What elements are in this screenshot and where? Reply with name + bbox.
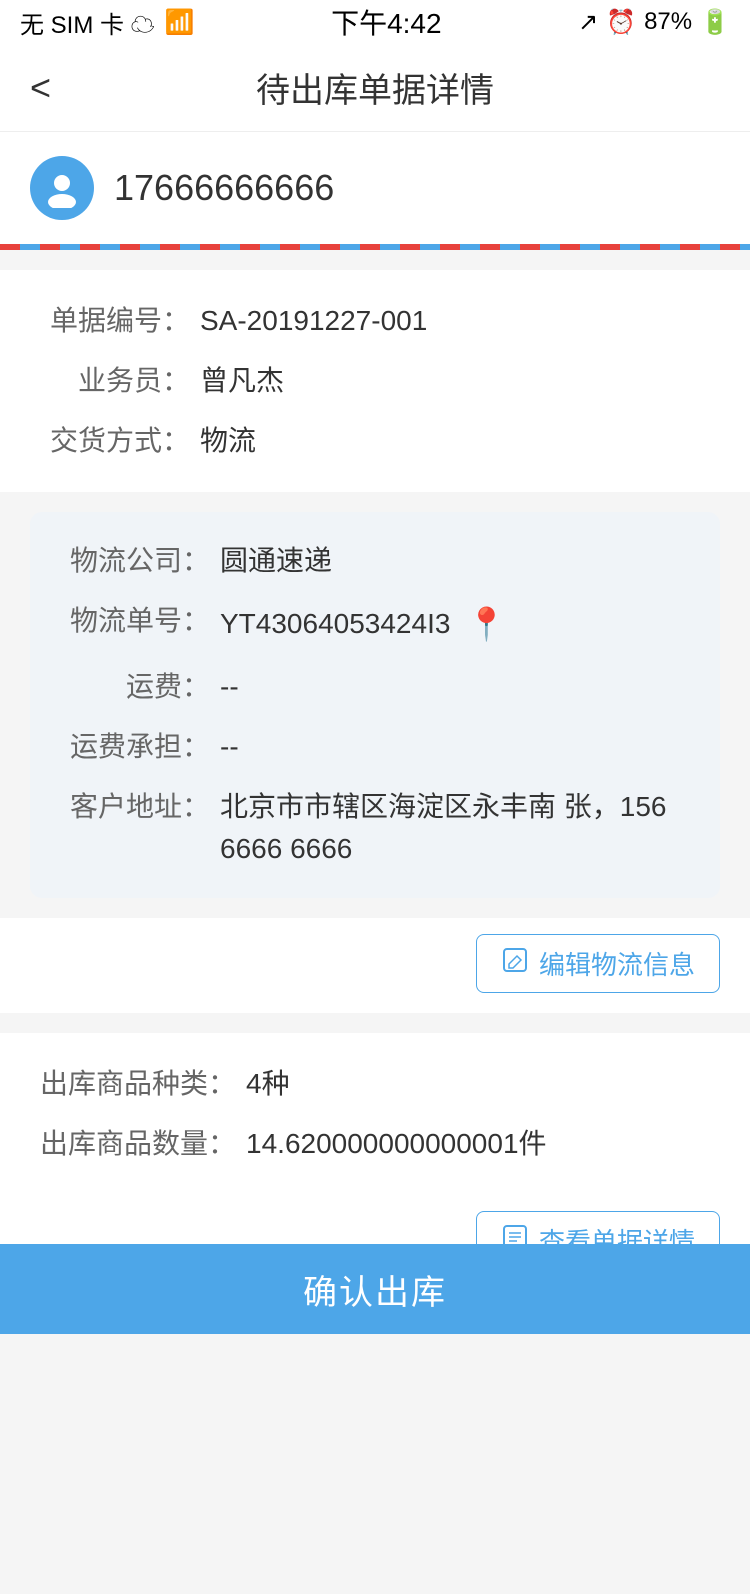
freight-bearer-value: -- bbox=[220, 726, 690, 768]
address-value: 北京市市辖区海淀区永丰南 张，156 6666 6666 bbox=[220, 786, 690, 870]
tracking-row: 物流单号： YT43064053424I3 📍 bbox=[60, 600, 690, 648]
wifi-icon: 📶 bbox=[165, 8, 195, 37]
company-label: 物流公司： bbox=[60, 540, 220, 582]
location-status-icon: ↗ bbox=[578, 8, 598, 37]
goods-section: 出库商品种类： 4种 出库商品数量： 14.620000000000001件 bbox=[0, 1033, 750, 1195]
dashed-divider bbox=[0, 244, 750, 250]
address-label: 客户地址： bbox=[60, 786, 220, 828]
goods-types-row: 出库商品种类： 4种 bbox=[40, 1063, 710, 1105]
goods-types-label: 出库商品种类： bbox=[40, 1063, 246, 1105]
salesman-row: 业务员： 曾凡杰 bbox=[40, 360, 710, 402]
alarm-icon: ⏰ bbox=[606, 8, 636, 37]
freight-label: 运费： bbox=[60, 666, 220, 708]
battery-level: 87% bbox=[644, 8, 692, 36]
status-right: ↗ ⏰ 87% 🔋 bbox=[578, 8, 730, 37]
freight-value: -- bbox=[220, 666, 690, 708]
delivery-value: 物流 bbox=[200, 420, 710, 462]
edit-logistics-button[interactable]: 编辑物流信息 bbox=[476, 934, 720, 993]
address-row: 客户地址： 北京市市辖区海淀区永丰南 张，156 6666 6666 bbox=[60, 786, 690, 870]
company-row: 物流公司： 圆通速递 bbox=[60, 540, 690, 582]
company-value: 圆通速递 bbox=[220, 540, 690, 582]
user-card: 17666666666 bbox=[0, 132, 750, 244]
confirm-btn-label: 确认出库 bbox=[303, 1265, 447, 1314]
back-button[interactable]: < bbox=[30, 67, 90, 109]
tracking-label: 物流单号： bbox=[60, 600, 220, 642]
battery-icon: 🔋 bbox=[700, 8, 730, 37]
status-left: 无 SIM 卡 ☁ 📶 bbox=[20, 5, 195, 40]
logistics-section: 物流公司： 圆通速递 物流单号： YT43064053424I3 📍 运费： -… bbox=[30, 512, 720, 898]
status-time: 下午4:42 bbox=[331, 2, 442, 42]
user-phone: 17666666666 bbox=[114, 167, 334, 209]
goods-quantity-row: 出库商品数量： 14.620000000000001件 bbox=[40, 1123, 710, 1165]
basic-info-section: 单据编号： SA-20191227-001 业务员： 曾凡杰 交货方式： 物流 bbox=[0, 270, 750, 492]
page-title: 待出库单据详情 bbox=[90, 63, 660, 112]
edit-icon bbox=[501, 946, 529, 981]
confirm-button-bar[interactable]: 确认出库 bbox=[0, 1244, 750, 1334]
sim-status: 无 SIM 卡 ☁ bbox=[20, 5, 155, 40]
status-bar: 无 SIM 卡 ☁ 📶 下午4:42 ↗ ⏰ 87% 🔋 bbox=[0, 0, 750, 44]
order-no-label: 单据编号： bbox=[40, 300, 200, 342]
nav-bar: < 待出库单据详情 bbox=[0, 44, 750, 132]
section-gap-1 bbox=[0, 1013, 750, 1033]
delivery-row: 交货方式： 物流 bbox=[40, 420, 710, 462]
edit-btn-row: 编辑物流信息 bbox=[0, 918, 750, 1013]
salesman-value: 曾凡杰 bbox=[200, 360, 710, 402]
freight-row: 运费： -- bbox=[60, 666, 690, 708]
edit-btn-label: 编辑物流信息 bbox=[539, 945, 695, 982]
goods-quantity-value: 14.620000000000001件 bbox=[246, 1123, 710, 1165]
freight-bearer-row: 运费承担： -- bbox=[60, 726, 690, 768]
delivery-label: 交货方式： bbox=[40, 420, 200, 462]
avatar bbox=[30, 156, 94, 220]
goods-quantity-label: 出库商品数量： bbox=[40, 1123, 246, 1165]
map-pin-icon[interactable]: 📍 bbox=[466, 600, 506, 648]
salesman-label: 业务员： bbox=[40, 360, 200, 402]
bottom-spacer bbox=[0, 1294, 750, 1594]
freight-bearer-label: 运费承担： bbox=[60, 726, 220, 768]
order-no-value: SA-20191227-001 bbox=[200, 300, 710, 342]
goods-types-value: 4种 bbox=[246, 1063, 710, 1105]
order-no-row: 单据编号： SA-20191227-001 bbox=[40, 300, 710, 342]
tracking-number: YT43064053424I3 bbox=[220, 603, 450, 645]
tracking-value: YT43064053424I3 📍 bbox=[220, 600, 690, 648]
